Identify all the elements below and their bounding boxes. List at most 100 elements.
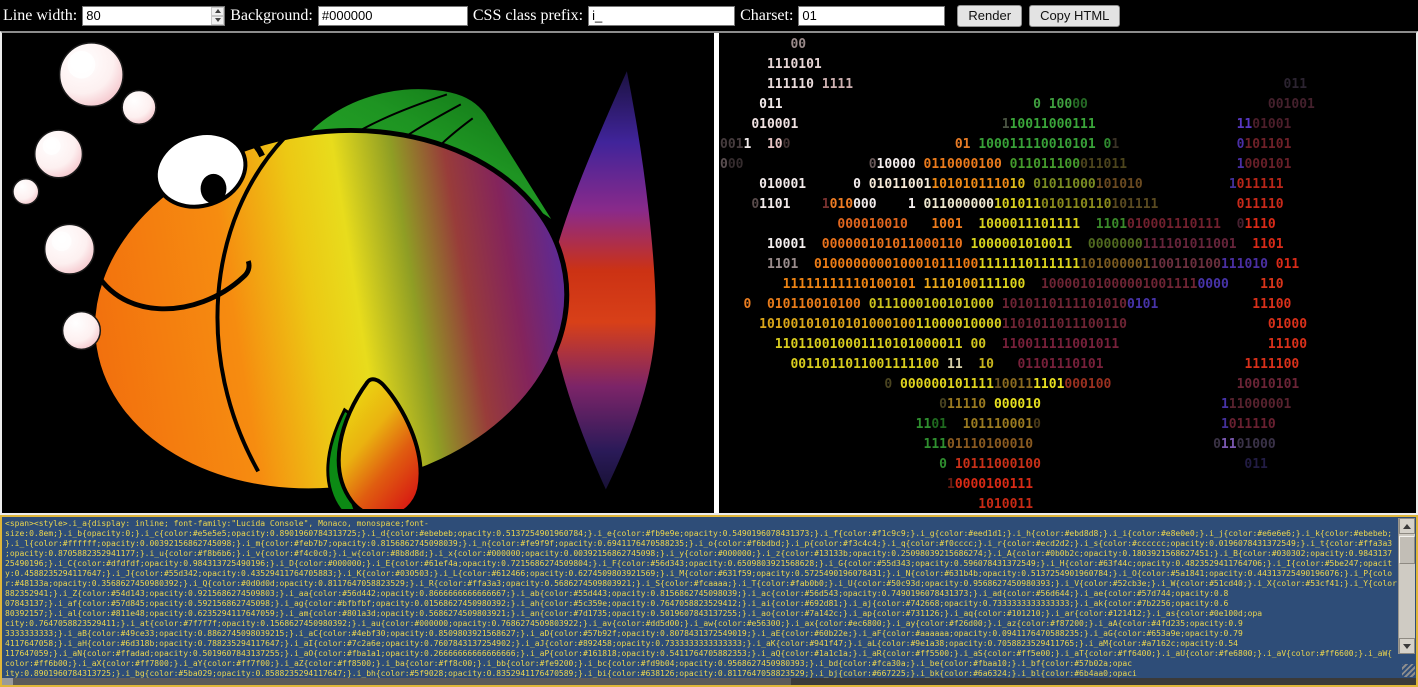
output-code-line: 80392157;}.i_al{color:#811e48;opacity:0.… <box>5 609 1398 619</box>
output-code-line: 4117647058;}.i_aH{color:#6d318b;opacity:… <box>5 639 1398 649</box>
binary-art-segment: 0 <box>751 197 759 212</box>
spinner-down-button[interactable] <box>211 16 224 25</box>
output-code-line: }.i_l{color:#ffffff;opacity:0.0039215686… <box>5 539 1398 549</box>
output-code-textarea[interactable]: <span><style>.i_a{display: inline; font-… <box>0 515 1418 687</box>
line-width-label: Line width: <box>3 7 77 25</box>
binary-art-segment: 0 100 <box>1033 97 1072 112</box>
binary-art-line: 1010011 <box>720 495 1416 513</box>
binary-art-segment: 110110010001110101000011 <box>775 337 963 352</box>
binary-art-segment: 0 <box>743 297 751 312</box>
binary-art-segment: 01011000 <box>1033 177 1096 192</box>
horizontal-scrollbar-thumb[interactable] <box>13 678 791 685</box>
binary-art-segment: 010001 <box>759 177 806 192</box>
binary-art-line: 10000100111 <box>720 475 1416 495</box>
binary-art-segment: 111100 <box>978 277 1025 292</box>
binary-art-line: 0 000000101111100111101000100 10010101 <box>720 375 1416 395</box>
output-code-line: city:0.7647058823529411;}.i_at{color:#7f… <box>5 619 1398 629</box>
horizontal-scrollbar[interactable] <box>2 678 1416 685</box>
line-width-spinner <box>211 7 224 25</box>
binary-art-segment: 00 <box>970 337 986 352</box>
binary-art-line: 1101 1011100010 1011110 <box>720 415 1416 435</box>
binary-art-segment: 11000010000 <box>916 317 1002 332</box>
binary-art-segment: 1 <box>1002 117 1010 132</box>
scroll-up-button[interactable] <box>1399 518 1415 534</box>
binary-art-segment: 11000001 <box>1229 397 1292 412</box>
output-code-line: r:#48133a;opacity:0.3568627450980392;}.i… <box>5 579 1398 589</box>
binary-art-segment: 10001 <box>767 237 806 252</box>
binary-art-segment: 1110101 <box>767 57 822 72</box>
binary-art-segment: 011 <box>1244 457 1267 472</box>
binary-art-segment: 0 <box>939 457 947 472</box>
binary-art-segment: 10011000111 <box>1010 117 1096 132</box>
binary-art-segment: 011 <box>759 97 782 112</box>
binary-art-segment: 1 <box>1229 177 1237 192</box>
binary-art-segment: 10100101010101000100 <box>759 317 916 332</box>
binary-art-segment: 10010101 <box>1237 377 1300 392</box>
binary-art-segment: 01110100010 <box>947 437 1033 452</box>
binary-art-segment: 0 <box>869 157 877 172</box>
binary-art-line: 11101110100010 01101000 <box>720 435 1416 455</box>
vertical-scrollbar[interactable] <box>1398 518 1415 654</box>
copy-html-button[interactable]: Copy HTML <box>1029 5 1120 27</box>
binary-art-segment: 010000000010001011100 <box>814 257 978 272</box>
binary-art-segment: 11100 <box>1252 297 1291 312</box>
binary-art-segment: 01000 <box>1268 317 1307 332</box>
line-width-field-wrap <box>82 6 225 26</box>
scrollbar-thumb[interactable] <box>1399 536 1415 564</box>
binary-art-segment: 010001110111 <box>1127 217 1221 232</box>
binary-art-segment: 10000 <box>877 157 916 172</box>
binary-art-segment: 010001 <box>751 117 798 132</box>
charset-input[interactable] <box>798 6 945 26</box>
css-prefix-input[interactable] <box>588 6 735 26</box>
binary-art-segment: 000000101111 <box>900 377 994 392</box>
output-code-line: 07843137;}.i_af{color:#57d845;opacity:0.… <box>5 599 1398 609</box>
binary-art-segment: 101111 <box>1111 197 1158 212</box>
binary-art-segment: 1101 <box>1096 217 1127 232</box>
binary-art-segment: 01101110101 <box>1017 357 1103 372</box>
binary-art-segment: 011110 <box>1229 417 1276 432</box>
output-code-line: color:#ff6b00;}.i_aX{color:#ff7800;}.i_a… <box>5 659 1398 669</box>
background-input[interactable] <box>318 6 468 26</box>
binary-art-segment: 000101 <box>1244 157 1291 172</box>
source-image-panel <box>2 33 719 513</box>
binary-art-segment: 0 <box>1213 437 1221 452</box>
binary-art-segment: 1101 <box>1252 237 1283 252</box>
binary-art-line: 110110010001110101000011 00 110011111001… <box>720 335 1416 355</box>
spinner-up-button[interactable] <box>211 7 224 16</box>
binary-art-segment: 111110 <box>767 77 814 92</box>
binary-art-segment: 11 <box>1237 117 1253 132</box>
binary-art-line: 011110 000010 111000001 <box>720 395 1416 415</box>
binary-art-segment: 10 <box>767 137 783 152</box>
binary-art-segment: 1101 <box>1033 377 1064 392</box>
binary-art-line: 010001 0 01011001101010111010 0101100010… <box>720 175 1416 195</box>
binary-art-segment: 110 <box>1260 277 1283 292</box>
binary-art-segment: 10 <box>978 357 994 372</box>
scroll-down-button[interactable] <box>1399 638 1415 654</box>
binary-art-segment: 000100 <box>1064 377 1111 392</box>
binary-art-segment: 0000100111 <box>955 477 1033 492</box>
binary-art-segment: 111101011001 <box>1143 237 1237 252</box>
binary-art-segment: 1000011101111 <box>978 217 1080 232</box>
binary-art-segment: 0011011011001111100 <box>790 357 939 372</box>
binary-art-line: 000010010 1001 1000011101111 11010100011… <box>720 215 1416 235</box>
binary-art-segment: 1 <box>908 197 916 212</box>
binary-art-segment: 1111 <box>822 77 853 92</box>
binary-art-segment: 111 <box>924 437 947 452</box>
scroll-down-icon <box>1403 644 1411 649</box>
binary-art-segment: 011011 <box>1080 157 1127 172</box>
binary-art-segment: 1001 <box>931 217 962 232</box>
binary-art-line: 10001 000000101011000110 1000001010011 0… <box>720 235 1416 255</box>
binary-art-segment: 010 <box>830 197 853 212</box>
line-width-input[interactable] <box>82 6 225 26</box>
output-code-line: 25490196;}.i_C{color:#dfdfdf;opacity:0.9… <box>5 559 1398 569</box>
textarea-resize-grip[interactable] <box>1402 664 1415 677</box>
binary-art-segment: 11 <box>1221 437 1237 452</box>
background-label: Background: <box>230 7 313 25</box>
binary-art-segment: 0 <box>939 397 947 412</box>
render-button[interactable]: Render <box>957 5 1022 27</box>
binary-art-segment: 0000 <box>1197 277 1228 292</box>
binary-art-segment: 0 <box>884 377 892 392</box>
binary-art-segment: 011011100 <box>1010 157 1080 172</box>
binary-art-segment: 01 <box>955 137 971 152</box>
binary-art-segment: 1 <box>822 197 830 212</box>
